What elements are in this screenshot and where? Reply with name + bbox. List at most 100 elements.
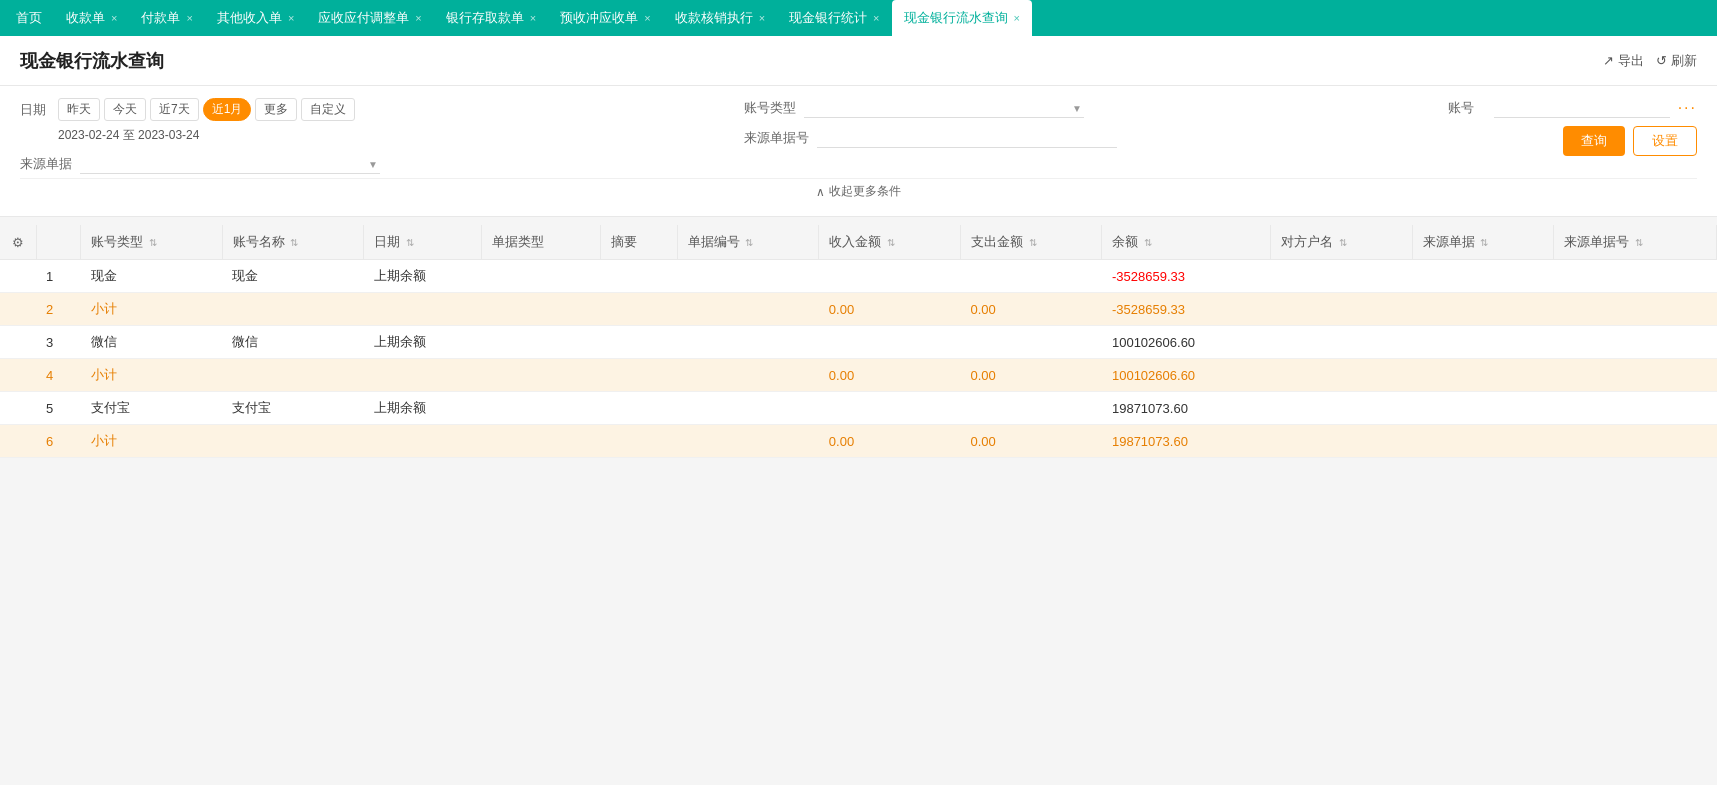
cell-counterparty	[1271, 326, 1413, 359]
cell-account-name: 微信	[222, 326, 364, 359]
date-range-display: 2023-02-24 至 2023-03-24	[58, 127, 199, 144]
col-doc-no[interactable]: 单据编号 ⇅	[677, 225, 819, 260]
cell-gear	[0, 425, 36, 458]
nav-cash-flow[interactable]: 现金银行流水查询 ×	[892, 0, 1032, 36]
date-yesterday[interactable]: 昨天	[58, 98, 100, 121]
cell-doc-no	[677, 392, 819, 425]
cell-source-doc-no	[1554, 392, 1717, 425]
date-more[interactable]: 更多	[255, 98, 297, 121]
cell-account-type: 小计	[81, 293, 223, 326]
cell-account-name	[222, 293, 364, 326]
cell-source-doc-no	[1554, 359, 1717, 392]
date-1month[interactable]: 近1月	[203, 98, 252, 121]
cell-account-type: 微信	[81, 326, 223, 359]
cell-doc-no	[677, 326, 819, 359]
account-type-select[interactable]	[804, 98, 1084, 118]
nav-collection-exec-label: 收款核销执行	[675, 9, 753, 27]
nav-other-income-close[interactable]: ×	[288, 12, 294, 24]
date-today[interactable]: 今天	[104, 98, 146, 121]
page-header: 现金银行流水查询 ↗ 导出 ↺ 刷新	[0, 36, 1717, 86]
collapse-button[interactable]: ∧ 收起更多条件	[20, 178, 1697, 204]
nav-cash-stats-close[interactable]: ×	[873, 12, 879, 24]
nav-other-income-label: 其他收入单	[217, 9, 282, 27]
table-row: 2 小计 0.00 0.00 -3528659.33	[0, 293, 1717, 326]
cell-balance: 19871073.60	[1102, 425, 1271, 458]
nav-cash-stats[interactable]: 现金银行统计 ×	[777, 0, 891, 36]
query-button[interactable]: 查询	[1563, 126, 1625, 156]
source-doc-select-wrap: ▼	[80, 154, 380, 174]
cell-balance: 100102606.60	[1102, 359, 1271, 392]
cell-balance: 100102606.60	[1102, 326, 1271, 359]
account-input[interactable]	[1494, 98, 1670, 118]
cell-income: 0.00	[819, 359, 961, 392]
nav-advance-offset[interactable]: 预收冲应收单 ×	[548, 0, 662, 36]
account-label: 账号	[1448, 99, 1478, 117]
nav-payment[interactable]: 付款单 ×	[129, 0, 204, 36]
export-label: 导出	[1618, 52, 1644, 70]
refresh-icon: ↺	[1656, 53, 1667, 68]
nav-collection-exec-close[interactable]: ×	[759, 12, 765, 24]
cell-source-doc-no	[1554, 326, 1717, 359]
date-custom[interactable]: 自定义	[301, 98, 355, 121]
page-title: 现金银行流水查询	[20, 49, 164, 73]
col-balance[interactable]: 余额 ⇅	[1102, 225, 1271, 260]
cell-expense: 0.00	[960, 425, 1102, 458]
cell-doc-type	[481, 260, 600, 293]
nav-other-income[interactable]: 其他收入单 ×	[205, 0, 306, 36]
cell-balance: 19871073.60	[1102, 392, 1271, 425]
col-account-name[interactable]: 账号名称 ⇅	[222, 225, 364, 260]
nav-ar-adjust[interactable]: 应收应付调整单 ×	[306, 0, 433, 36]
cell-counterparty	[1271, 260, 1413, 293]
source-doc-select[interactable]	[80, 154, 380, 174]
col-income[interactable]: 收入金额 ⇅	[819, 225, 961, 260]
nav-bank-deposit-close[interactable]: ×	[530, 12, 536, 24]
nav-receipt[interactable]: 收款单 ×	[54, 0, 129, 36]
refresh-button[interactable]: ↺ 刷新	[1656, 52, 1697, 70]
cell-account-type: 小计	[81, 359, 223, 392]
nav-home[interactable]: 首页	[4, 0, 54, 36]
refresh-label: 刷新	[1671, 52, 1697, 70]
table-row: 1 现金 现金 上期余额 -3528659.33	[0, 260, 1717, 293]
nav-cash-flow-close[interactable]: ×	[1014, 12, 1020, 24]
cell-source-doc-no	[1554, 260, 1717, 293]
cell-date	[364, 293, 482, 326]
settings-button[interactable]: 设置	[1633, 126, 1697, 156]
cell-income: 0.00	[819, 293, 961, 326]
export-button[interactable]: ↗ 导出	[1603, 52, 1644, 70]
collapse-label: 收起更多条件	[829, 183, 901, 200]
nav-collection-exec[interactable]: 收款核销执行 ×	[663, 0, 777, 36]
cell-summary	[601, 293, 678, 326]
col-gear[interactable]: ⚙	[0, 225, 36, 260]
col-counterparty[interactable]: 对方户名 ⇅	[1271, 225, 1413, 260]
cell-source-doc	[1412, 425, 1554, 458]
nav-bank-deposit[interactable]: 银行存取款单 ×	[434, 0, 548, 36]
cell-income	[819, 260, 961, 293]
nav-advance-offset-close[interactable]: ×	[644, 12, 650, 24]
cell-expense: 0.00	[960, 293, 1102, 326]
top-navigation: 首页 收款单 × 付款单 × 其他收入单 × 应收应付调整单 × 银行存取款单 …	[0, 0, 1717, 36]
nav-receipt-close[interactable]: ×	[111, 12, 117, 24]
nav-ar-adjust-close[interactable]: ×	[415, 12, 421, 24]
cell-income: 0.00	[819, 425, 961, 458]
cell-counterparty	[1271, 359, 1413, 392]
col-date[interactable]: 日期 ⇅	[364, 225, 482, 260]
col-account-type[interactable]: 账号类型 ⇅	[81, 225, 223, 260]
table-row: 6 小计 0.00 0.00 19871073.60	[0, 425, 1717, 458]
account-more-button[interactable]: ···	[1678, 99, 1697, 117]
source-doc-no-input[interactable]	[817, 128, 1117, 148]
filter-area: 日期 昨天 今天 近7天 近1月 更多 自定义 2023-02-24 至 202…	[0, 86, 1717, 217]
cell-expense	[960, 392, 1102, 425]
date-7days[interactable]: 近7天	[150, 98, 199, 121]
date-options: 昨天 今天 近7天 近1月 更多 自定义	[58, 98, 355, 121]
nav-advance-offset-label: 预收冲应收单	[560, 9, 638, 27]
table-row: 4 小计 0.00 0.00 100102606.60	[0, 359, 1717, 392]
col-source-doc[interactable]: 来源单据 ⇅	[1412, 225, 1554, 260]
account-type-label: 账号类型	[744, 99, 796, 117]
cell-doc-type	[481, 392, 600, 425]
cell-gear	[0, 359, 36, 392]
nav-payment-close[interactable]: ×	[186, 12, 192, 24]
cell-account-type: 支付宝	[81, 392, 223, 425]
col-source-doc-no[interactable]: 来源单据号 ⇅	[1554, 225, 1717, 260]
cell-summary	[601, 425, 678, 458]
col-expense[interactable]: 支出金额 ⇅	[960, 225, 1102, 260]
